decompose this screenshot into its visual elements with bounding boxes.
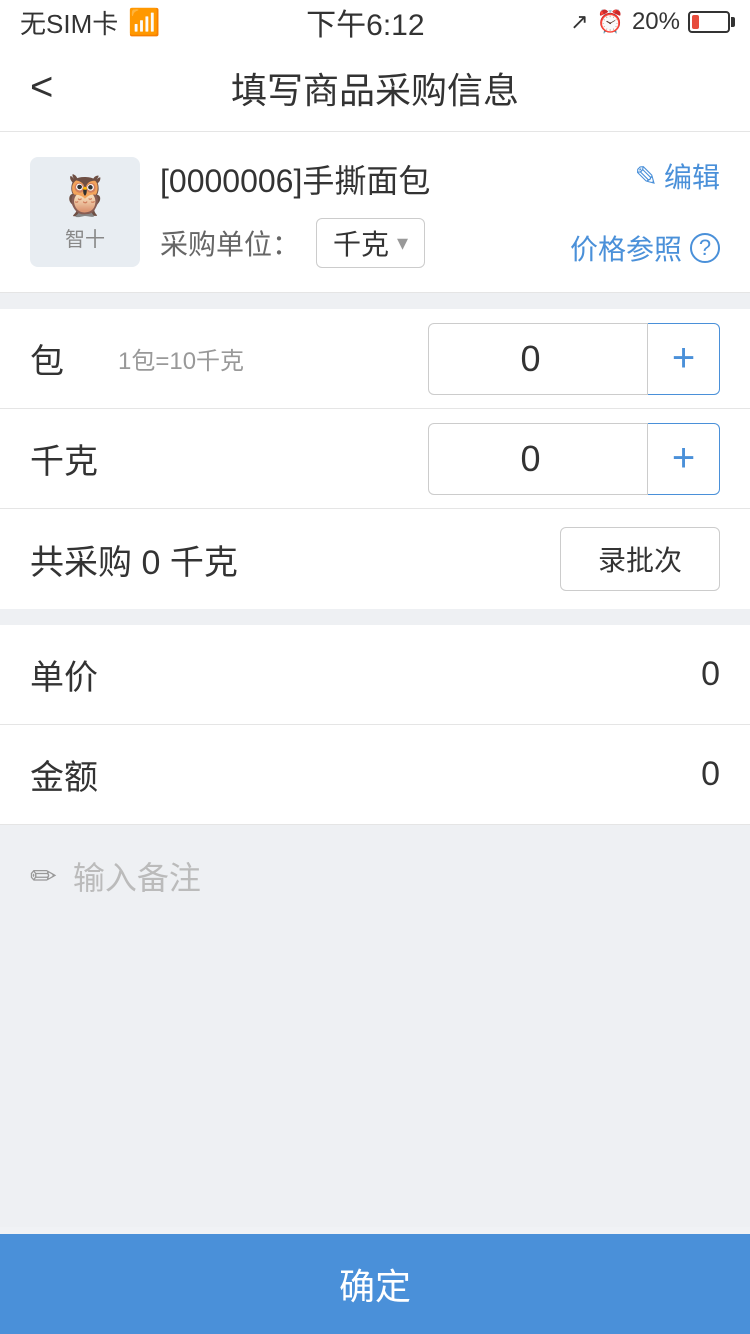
unit-price-row: 单价 0 bbox=[0, 625, 750, 725]
edit-icon: ✎ bbox=[635, 160, 658, 193]
summary-prefix: 共采购 bbox=[30, 544, 132, 582]
battery-percent: 20% bbox=[632, 8, 680, 36]
section-divider-2 bbox=[0, 609, 750, 625]
product-image-text: 智十 bbox=[65, 223, 105, 252]
confirm-label: 确定 bbox=[339, 1258, 411, 1310]
product-card: 🦉 智十 [0000006]手撕面包 采购单位： 千克 ▾ ✎ 编辑 价格参照 … bbox=[0, 132, 750, 293]
nav-bar: < 填写商品采购信息 bbox=[0, 44, 750, 132]
page-title: 填写商品采购信息 bbox=[231, 62, 519, 114]
unit-dropdown-arrow: ▾ bbox=[397, 230, 408, 256]
price-ref-help-icon: ? bbox=[690, 233, 720, 263]
product-thumbnail-icon: 🦉 bbox=[60, 172, 110, 219]
amount-value: 0 bbox=[701, 755, 720, 794]
amount-label: 金额 bbox=[30, 750, 98, 799]
kg-label: 千克 bbox=[30, 434, 110, 483]
bao-input-row: 包 1包=10千克 + bbox=[0, 309, 750, 409]
price-reference-button[interactable]: 价格参照 ? bbox=[570, 228, 720, 268]
unit-select[interactable]: 千克 ▾ bbox=[316, 218, 425, 268]
status-time: 下午6:12 bbox=[306, 0, 424, 44]
edit-button[interactable]: ✎ 编辑 bbox=[635, 156, 720, 196]
bao-quantity-input[interactable] bbox=[428, 323, 648, 395]
confirm-button[interactable]: 确定 bbox=[0, 1234, 750, 1334]
bao-plus-button[interactable]: + bbox=[648, 323, 720, 395]
wifi-icon: 📶 bbox=[128, 7, 160, 38]
price-section: 单价 0 金额 0 bbox=[0, 625, 750, 825]
bao-input-right: + bbox=[428, 323, 720, 395]
status-bar: 无SIM卡 📶 下午6:12 ↗ ⏰ 20% bbox=[0, 0, 750, 44]
kg-input-right: + bbox=[428, 423, 720, 495]
kg-quantity-input[interactable] bbox=[428, 423, 648, 495]
unit-value: 千克 bbox=[333, 223, 389, 263]
section-divider-1 bbox=[0, 293, 750, 309]
summary-text: 共采购 0 千克 bbox=[30, 535, 238, 584]
amount-row: 金额 0 bbox=[0, 725, 750, 825]
quantity-input-section: 包 1包=10千克 + 千克 + 共采购 0 千克 录批次 bbox=[0, 309, 750, 609]
notes-placeholder: 输入备注 bbox=[73, 853, 201, 899]
pencil-icon: ✏ bbox=[30, 857, 57, 895]
status-right: ↗ ⏰ 20% bbox=[570, 8, 730, 36]
unit-label: 采购单位： bbox=[160, 223, 300, 263]
battery-icon bbox=[688, 11, 730, 33]
status-left: 无SIM卡 📶 bbox=[20, 4, 161, 41]
product-image: 🦉 智十 bbox=[30, 157, 140, 267]
notes-section[interactable]: ✏ 输入备注 bbox=[0, 825, 750, 927]
edit-label: 编辑 bbox=[664, 156, 720, 196]
alarm-icon: ⏰ bbox=[597, 9, 624, 35]
carrier-text: 无SIM卡 bbox=[20, 4, 118, 41]
summary-unit-value: 千克 bbox=[170, 544, 238, 582]
summary-amount-value: 0 bbox=[141, 544, 160, 582]
location-icon: ↗ bbox=[570, 9, 588, 35]
price-ref-label: 价格参照 bbox=[570, 228, 682, 268]
record-batch-button[interactable]: 录批次 bbox=[560, 527, 720, 591]
kg-input-row: 千克 + bbox=[0, 409, 750, 509]
battery-fill bbox=[692, 15, 699, 29]
bao-label: 包 bbox=[30, 334, 110, 383]
unit-price-value: 0 bbox=[701, 655, 720, 694]
bao-sublabel: 1包=10千克 bbox=[118, 341, 428, 376]
bottom-spacer bbox=[0, 927, 750, 1227]
unit-price-label: 单价 bbox=[30, 650, 98, 699]
summary-row: 共采购 0 千克 录批次 bbox=[0, 509, 750, 609]
back-button[interactable]: < bbox=[30, 65, 53, 110]
kg-plus-button[interactable]: + bbox=[648, 423, 720, 495]
